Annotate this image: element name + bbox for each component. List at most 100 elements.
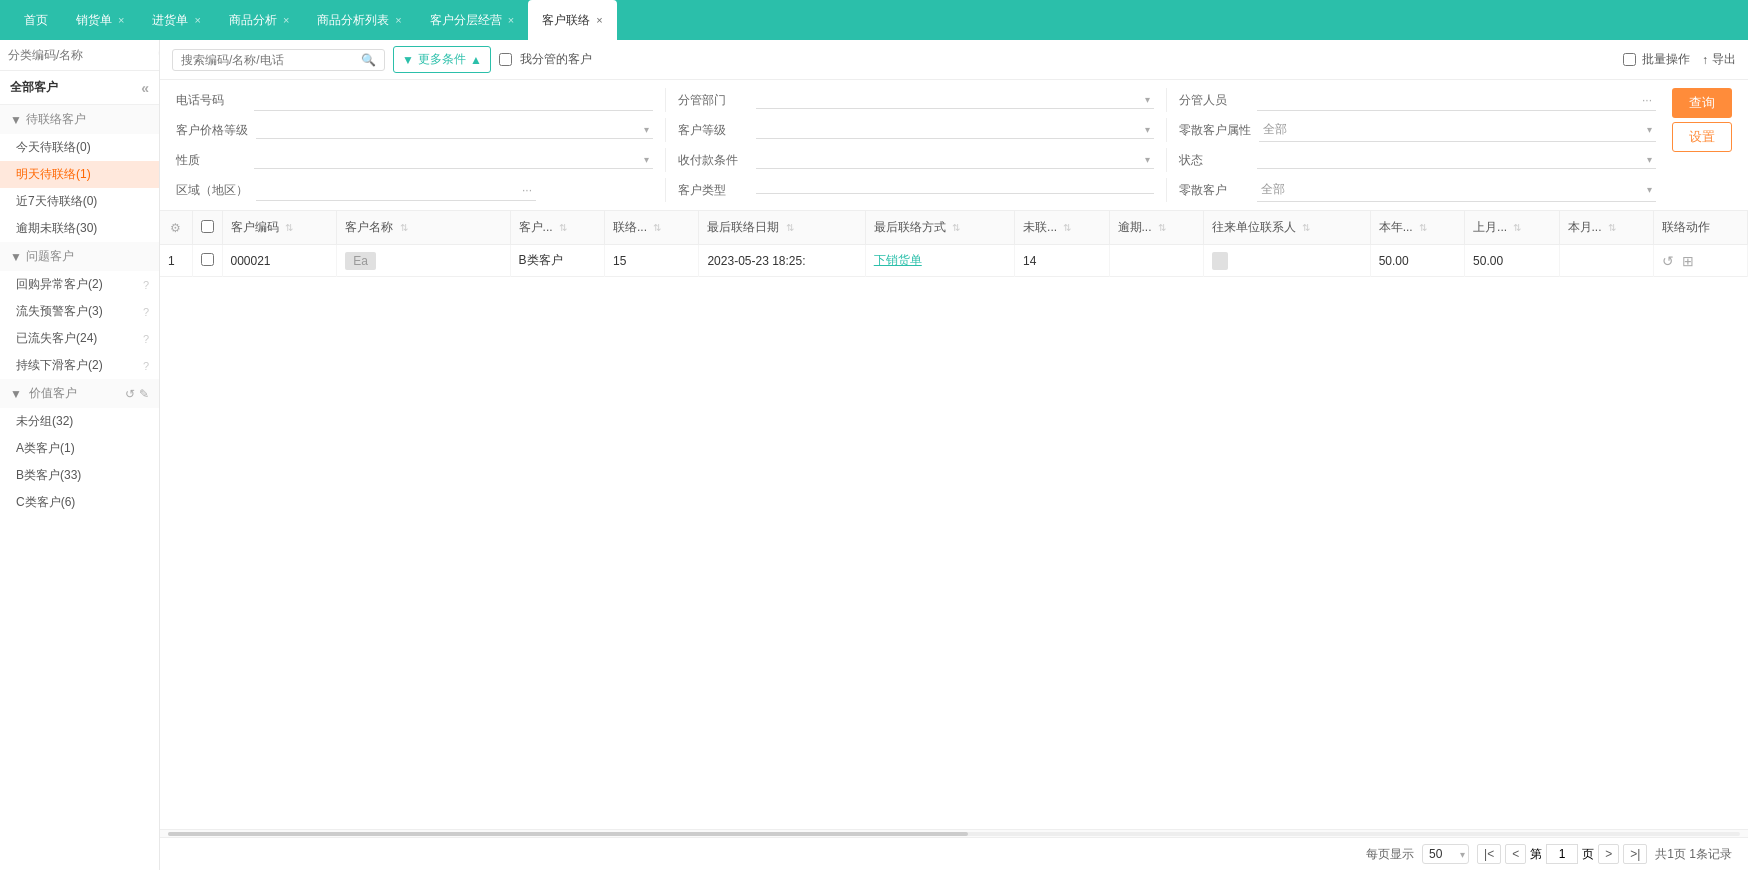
sidebar-item-today[interactable]: 今天待联络(0)	[0, 134, 159, 161]
filter-cell-region: 区域（地区） ···	[176, 180, 653, 201]
set-button[interactable]: 设置	[1672, 122, 1732, 152]
col-last-date: 最后联络日期 ⇅	[699, 211, 865, 245]
filter-cell-status: 状态 ▾	[1179, 151, 1656, 169]
sidebar-all-customers[interactable]: 全部客户 «	[0, 71, 159, 105]
page-label: 第	[1530, 846, 1542, 863]
filter-label-customer-type: 客户类型	[678, 182, 748, 199]
first-page-button[interactable]: |<	[1477, 844, 1501, 864]
nav-sales-order[interactable]: 销货单 ×	[62, 0, 138, 40]
sort-date-icon: ⇅	[786, 222, 794, 233]
cell-year-amount: 50.00	[1370, 245, 1464, 277]
action-icon-1[interactable]: ↺	[1662, 253, 1674, 269]
filter-select-dept[interactable]: ▾	[756, 91, 1155, 109]
toolbar-search: 🔍	[172, 49, 385, 71]
sidebar-item-class-a[interactable]: A类客户(1)	[0, 435, 159, 462]
prev-page-button[interactable]: <	[1505, 844, 1526, 864]
close-product-analysis[interactable]: ×	[283, 14, 289, 26]
my-customers-check[interactable]	[499, 53, 512, 66]
last-page-button[interactable]: >|	[1623, 844, 1647, 864]
close-purchase-order[interactable]: ×	[194, 14, 200, 26]
col-name: 客户名称 ⇅	[337, 211, 510, 245]
filter-icon: ▼	[402, 53, 414, 67]
sidebar-search-input[interactable]	[8, 48, 158, 62]
sidebar-item-overdue[interactable]: 逾期未联络(30)	[0, 215, 159, 242]
filter-cell-dept: 分管部门 ▾	[678, 91, 1155, 109]
filter-dots-region[interactable]: ···	[522, 183, 532, 197]
sort-person-icon: ⇅	[1302, 222, 1310, 233]
sidebar-item-warning[interactable]: 流失预警客户(3) ?	[0, 298, 159, 325]
help-icon-4: ?	[143, 360, 149, 372]
sidebar-item-lost[interactable]: 已流失客户(24) ?	[0, 325, 159, 352]
filter-select-retail-attr[interactable]: 全部 ▾	[1259, 118, 1656, 142]
col-contact-person: 往来单位联系人 ⇅	[1203, 211, 1370, 245]
query-button[interactable]: 查询	[1672, 88, 1732, 118]
batch-operation-button[interactable]: 批量操作	[1623, 51, 1690, 68]
action-icons: ↺ ⊞	[1662, 253, 1739, 269]
nav-product-analysis[interactable]: 商品分析 ×	[215, 0, 303, 40]
last-method-link[interactable]: 下销货单	[874, 253, 922, 267]
close-customer-contact[interactable]: ×	[596, 14, 602, 26]
page-size-select[interactable]: 50 100 200	[1422, 844, 1469, 864]
sidebar-item-tomorrow[interactable]: 明天待联络(1)	[0, 161, 159, 188]
close-sales-order[interactable]: ×	[118, 14, 124, 26]
sidebar-item-7days[interactable]: 近7天待联络(0)	[0, 188, 159, 215]
filter-dots-person[interactable]: ···	[1642, 93, 1652, 107]
more-conditions-button[interactable]: ▼ 更多条件 ▲	[393, 46, 491, 73]
table-container: ⚙ 客户编码 ⇅ 客户名称 ⇅	[160, 211, 1748, 829]
filter-select-status[interactable]: ▾	[1257, 151, 1656, 169]
row-checkbox[interactable]	[201, 253, 214, 266]
page-number-input[interactable]	[1546, 844, 1578, 864]
edit-icon[interactable]: ✎	[139, 387, 149, 401]
filter-select-retail-customer[interactable]: 全部 ▾	[1257, 178, 1656, 202]
filter-label-region: 区域（地区）	[176, 182, 248, 199]
chevron-level: ▾	[1145, 124, 1150, 135]
next-page-button[interactable]: >	[1598, 844, 1619, 864]
top-nav: 首页 销货单 × 进货单 × 商品分析 × 商品分析列表 × 客户分层经营 × …	[0, 0, 1748, 40]
toolbar-search-button[interactable]: 🔍	[361, 53, 376, 67]
sort-contacts-icon: ⇅	[653, 222, 661, 233]
nav-customer-tier[interactable]: 客户分层经营 ×	[416, 0, 528, 40]
scroll-track	[168, 832, 1740, 836]
col-overdue: 逾期... ⇅	[1109, 211, 1203, 245]
nav-purchase-order[interactable]: 进货单 ×	[138, 0, 214, 40]
refresh-icon[interactable]: ↺	[125, 387, 135, 401]
cell-contacts: 15	[605, 245, 699, 277]
cell-action: ↺ ⊞	[1653, 245, 1747, 277]
close-product-analysis-list[interactable]: ×	[395, 14, 401, 26]
filter-select-payment[interactable]: ▾	[756, 151, 1155, 169]
batch-op-check[interactable]	[1623, 53, 1636, 66]
filter-select-nature[interactable]: ▾	[254, 151, 653, 169]
sidebar-item-class-c[interactable]: C类客户(6)	[0, 489, 159, 516]
nav-customer-contact[interactable]: 客户联络 ×	[528, 0, 616, 40]
chevron-payment: ▾	[1145, 154, 1150, 165]
sidebar-item-abnormal[interactable]: 回购异常客户(2) ?	[0, 271, 159, 298]
toolbar-search-input[interactable]	[181, 53, 361, 67]
export-button[interactable]: ↑ 导出	[1702, 51, 1736, 68]
sort-name-icon: ⇅	[400, 222, 408, 233]
filter-select-price-level[interactable]: ▾	[256, 121, 653, 139]
filter-cell-phone: 电话号码	[176, 90, 653, 111]
my-customers-checkbox[interactable]: 我分管的客户	[499, 51, 592, 68]
sidebar-item-declining[interactable]: 持续下滑客户(2) ?	[0, 352, 159, 379]
sidebar-item-ungrouped[interactable]: 未分组(32)	[0, 408, 159, 435]
close-customer-tier[interactable]: ×	[508, 14, 514, 26]
filter-cell-person: 分管人员 ···	[1179, 90, 1656, 111]
action-icon-2[interactable]: ⊞	[1682, 253, 1694, 269]
cell-contact-person	[1203, 245, 1370, 277]
scroll-thumb[interactable]	[168, 832, 968, 836]
gear-icon[interactable]: ⚙	[170, 221, 181, 235]
filter-select-customer-level[interactable]: ▾	[756, 121, 1155, 139]
cell-code: 000021	[222, 245, 337, 277]
content-area: 🔍 ▼ 更多条件 ▲ 我分管的客户 批量操作 ↑ 导出	[160, 40, 1748, 870]
sort-lastmonth-icon: ⇅	[1513, 222, 1521, 233]
col-this-month: 本月... ⇅	[1559, 211, 1653, 245]
horizontal-scrollbar[interactable]	[160, 829, 1748, 837]
sidebar-item-class-b[interactable]: B类客户(33)	[0, 462, 159, 489]
sidebar: 🔍 全部客户 « ▼ 待联络客户 今天待联络(0) 明天待联络(1) 近7天待联…	[0, 40, 160, 870]
nav-product-analysis-list[interactable]: 商品分析列表 ×	[303, 0, 415, 40]
select-all-checkbox[interactable]	[201, 220, 214, 233]
chevron-dept: ▾	[1145, 94, 1150, 105]
filter-input-phone[interactable]	[254, 90, 653, 111]
nav-home[interactable]: 首页	[10, 0, 62, 40]
filter-label-dept: 分管部门	[678, 92, 748, 109]
